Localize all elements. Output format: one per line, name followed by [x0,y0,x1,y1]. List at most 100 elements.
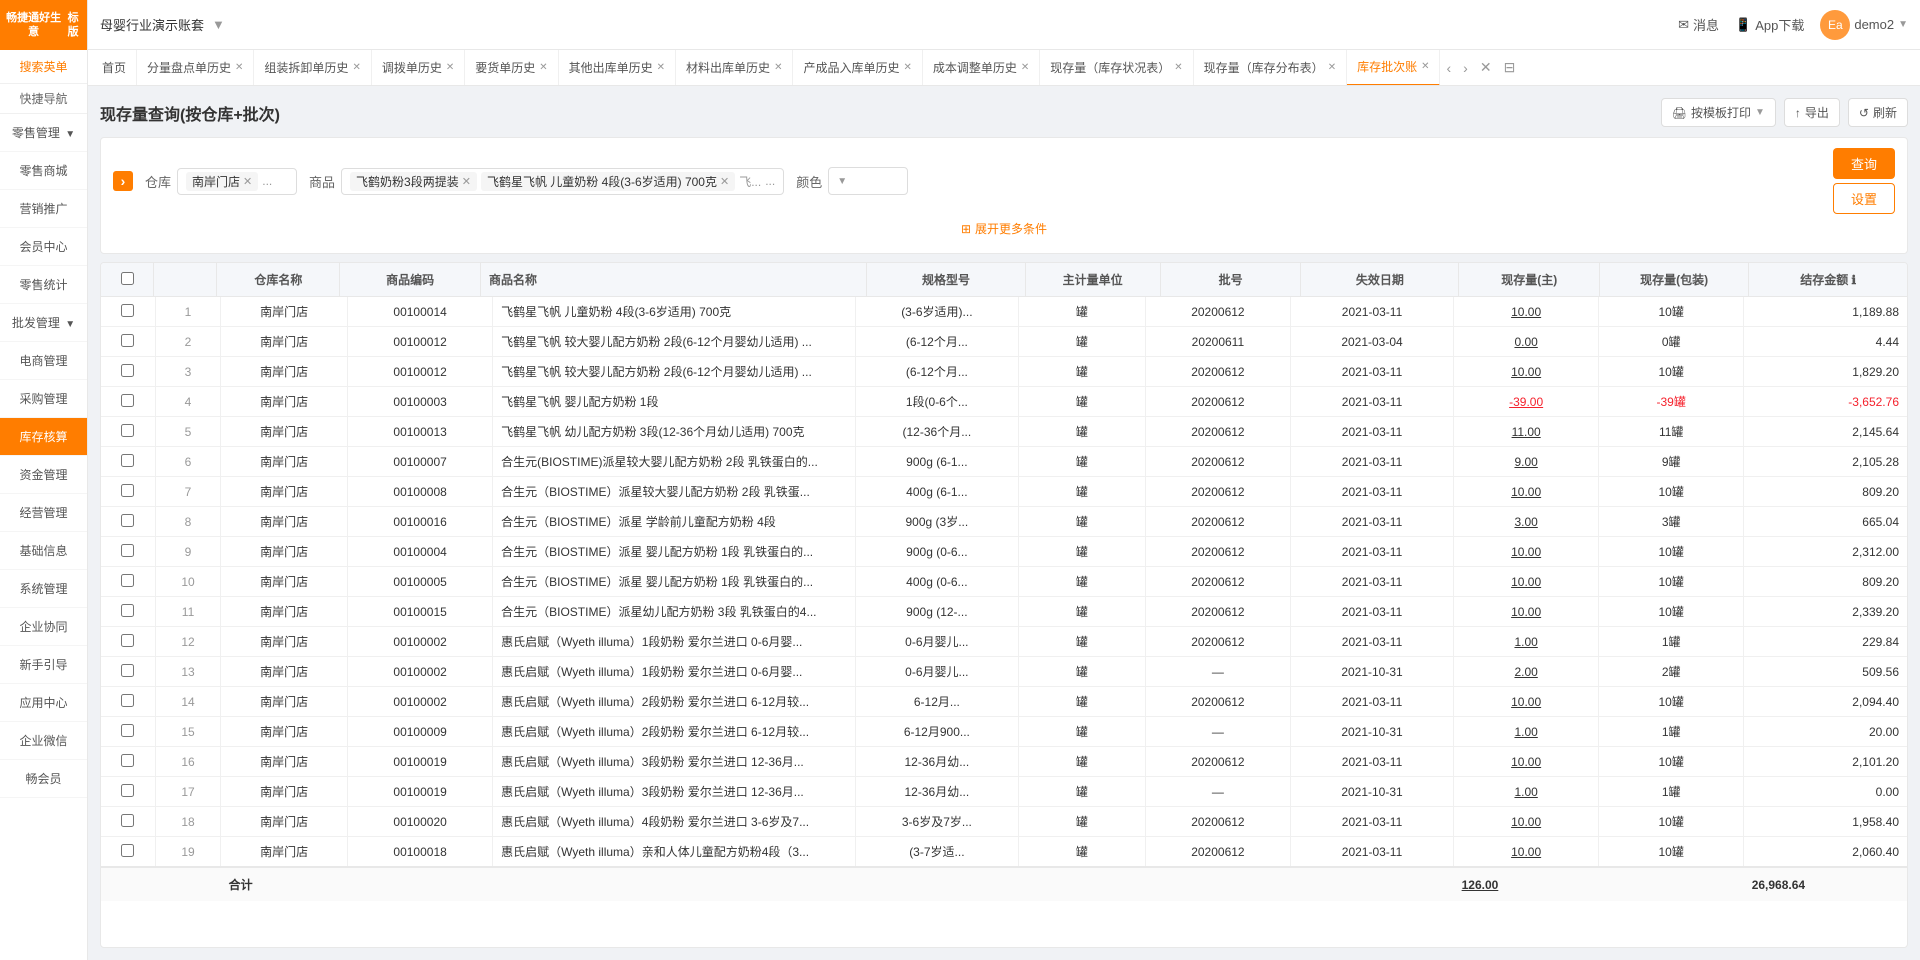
remove-product-tag-2[interactable]: ✕ [720,175,729,188]
row-checkbox-5[interactable] [101,447,155,477]
row-checkbox-12[interactable] [101,657,155,687]
row-stock1-17[interactable]: 10.00 [1454,807,1599,837]
remove-warehouse-tag[interactable]: ✕ [243,175,252,188]
tab-stock-status[interactable]: 现存量（库存状况表） ✕ [1040,50,1193,86]
query-btn[interactable]: 查询 [1833,148,1895,179]
refresh-btn[interactable]: ↺ 刷新 [1848,98,1908,127]
sidebar-item-guide[interactable]: 新手引导 [0,646,87,684]
sidebar-item-app-center[interactable]: 应用中心 [0,684,87,722]
row-stock1-0[interactable]: 10.00 [1454,297,1599,327]
close-other-out[interactable]: ✕ [657,62,665,73]
tab-product-in[interactable]: 产成品入库单历史 ✕ [793,50,922,86]
row-checkbox-2[interactable] [101,357,155,387]
row-stock1-4[interactable]: 11.00 [1454,417,1599,447]
template-print-btn[interactable]: 🖨 按模板打印 ▼ [1661,98,1776,127]
product-tags[interactable]: 飞鹤奶粉3段两提装 ✕ 飞鹤星飞帆 儿童奶粉 4段(3-6岁适用) 700克 ✕… [341,168,784,195]
sidebar-item-ecommerce[interactable]: 电商管理 [0,342,87,380]
close-material-out[interactable]: ✕ [774,62,782,73]
row-checkbox-6[interactable] [101,477,155,507]
warehouse-more-btn[interactable]: ... [262,174,272,188]
row-stock1-11[interactable]: 1.00 [1454,627,1599,657]
tab-split-disc[interactable]: 分量盘点单历史 ✕ [137,50,254,86]
close-group-disassemble[interactable]: ✕ [352,62,360,73]
tab-mix[interactable]: 调拨单历史 ✕ [372,50,465,86]
row-checkbox-18[interactable] [101,837,155,868]
sidebar-item-wholesale[interactable]: 批发管理 ▼ [0,304,87,342]
row-stock1-15[interactable]: 10.00 [1454,747,1599,777]
tab-group-disassemble[interactable]: 组装拆卸单历史 ✕ [254,50,371,86]
app-download-btn[interactable]: 📱 App下载 [1735,15,1804,34]
row-checkbox-11[interactable] [101,627,155,657]
row-checkbox-4[interactable] [101,417,155,447]
tab-home[interactable]: 首页 [92,50,137,86]
sidebar-item-quick-nav[interactable]: 快捷导航 [0,84,87,114]
export-btn[interactable]: ↑ 导出 [1784,98,1840,127]
row-checkbox-16[interactable] [101,777,155,807]
row-checkbox-14[interactable] [101,717,155,747]
sidebar-item-purchase[interactable]: 采购管理 [0,380,87,418]
sidebar-item-retail[interactable]: 零售管理 ▼ [0,114,87,152]
close-product-in[interactable]: ✕ [903,62,911,73]
row-checkbox-13[interactable] [101,687,155,717]
product-more[interactable]: 飞... [739,173,761,190]
color-input[interactable]: ▼ [828,167,908,195]
sidebar-item-operations[interactable]: 经营管理 [0,494,87,532]
message-btn[interactable]: ✉ 消息 [1678,15,1719,34]
row-stock1-1[interactable]: 0.00 [1454,327,1599,357]
row-stock1-7[interactable]: 3.00 [1454,507,1599,537]
row-checkbox-3[interactable] [101,387,155,417]
sidebar-item-member2[interactable]: 畅会员 [0,760,87,798]
tab-material-out[interactable]: 材料出库单历史 ✕ [676,50,793,86]
account-selector-arrow[interactable]: ▼ [212,17,225,32]
sidebar-item-retail-stats[interactable]: 零售统计 [0,266,87,304]
close-require[interactable]: ✕ [539,62,547,73]
row-stock1-3[interactable]: -39.00 [1454,387,1599,417]
user-menu[interactable]: Ea demo2 ▼ [1820,10,1908,40]
row-stock1-13[interactable]: 10.00 [1454,687,1599,717]
row-stock1-12[interactable]: 2.00 [1454,657,1599,687]
row-stock1-10[interactable]: 10.00 [1454,597,1599,627]
settings-btn[interactable]: 设置 [1833,183,1895,214]
row-stock1-2[interactable]: 10.00 [1454,357,1599,387]
expand-more-btn[interactable]: ⊞ 展开更多条件 [113,214,1895,243]
close-cost-adjust[interactable]: ✕ [1021,62,1029,73]
sidebar-item-wechat[interactable]: 企业微信 [0,722,87,760]
expand-filter-btn[interactable]: › [113,171,133,191]
row-checkbox-1[interactable] [101,327,155,357]
row-stock1-14[interactable]: 1.00 [1454,717,1599,747]
tab-require[interactable]: 要货单历史 ✕ [465,50,558,86]
row-checkbox-8[interactable] [101,537,155,567]
row-checkbox-9[interactable] [101,567,155,597]
sidebar-item-search[interactable]: 搜索英单 [0,50,87,84]
tab-batch-order[interactable]: 库存批次账 ✕ [1347,50,1440,86]
sidebar-item-inventory[interactable]: 库存核算 [0,418,87,456]
tab-next-btn[interactable]: › [1457,60,1474,76]
tab-menu-btn[interactable]: ⊟ [1498,59,1522,76]
row-stock1-6[interactable]: 10.00 [1454,477,1599,507]
row-checkbox-7[interactable] [101,507,155,537]
sidebar-item-system[interactable]: 系统管理 [0,570,87,608]
row-stock1-18[interactable]: 10.00 [1454,837,1599,868]
sidebar-item-finance[interactable]: 资金管理 [0,456,87,494]
row-stock1-8[interactable]: 10.00 [1454,537,1599,567]
sidebar-item-basic[interactable]: 基础信息 [0,532,87,570]
close-stock-dist[interactable]: ✕ [1328,62,1336,73]
row-checkbox-10[interactable] [101,597,155,627]
row-stock1-5[interactable]: 9.00 [1454,447,1599,477]
sidebar-item-marketing[interactable]: 营销推广 [0,190,87,228]
row-stock1-9[interactable]: 10.00 [1454,567,1599,597]
remove-product-tag-1[interactable]: ✕ [462,175,471,188]
sidebar-item-member[interactable]: 会员中心 [0,228,87,266]
tab-stock-dist[interactable]: 现存量（库存分布表） ✕ [1194,50,1347,86]
warehouse-tags[interactable]: 南岸门店 ✕ ... [177,168,297,195]
close-mix[interactable]: ✕ [446,62,454,73]
select-all-checkbox[interactable] [121,272,134,285]
close-split-disc[interactable]: ✕ [235,62,243,73]
close-stock-status[interactable]: ✕ [1174,62,1182,73]
close-batch-order[interactable]: ✕ [1421,61,1429,72]
sidebar-item-enterprise[interactable]: 企业协同 [0,608,87,646]
tab-other-out[interactable]: 其他出库单历史 ✕ [559,50,676,86]
row-checkbox-0[interactable] [101,297,155,327]
row-stock1-16[interactable]: 1.00 [1454,777,1599,807]
product-dots-btn[interactable]: ... [765,174,775,188]
